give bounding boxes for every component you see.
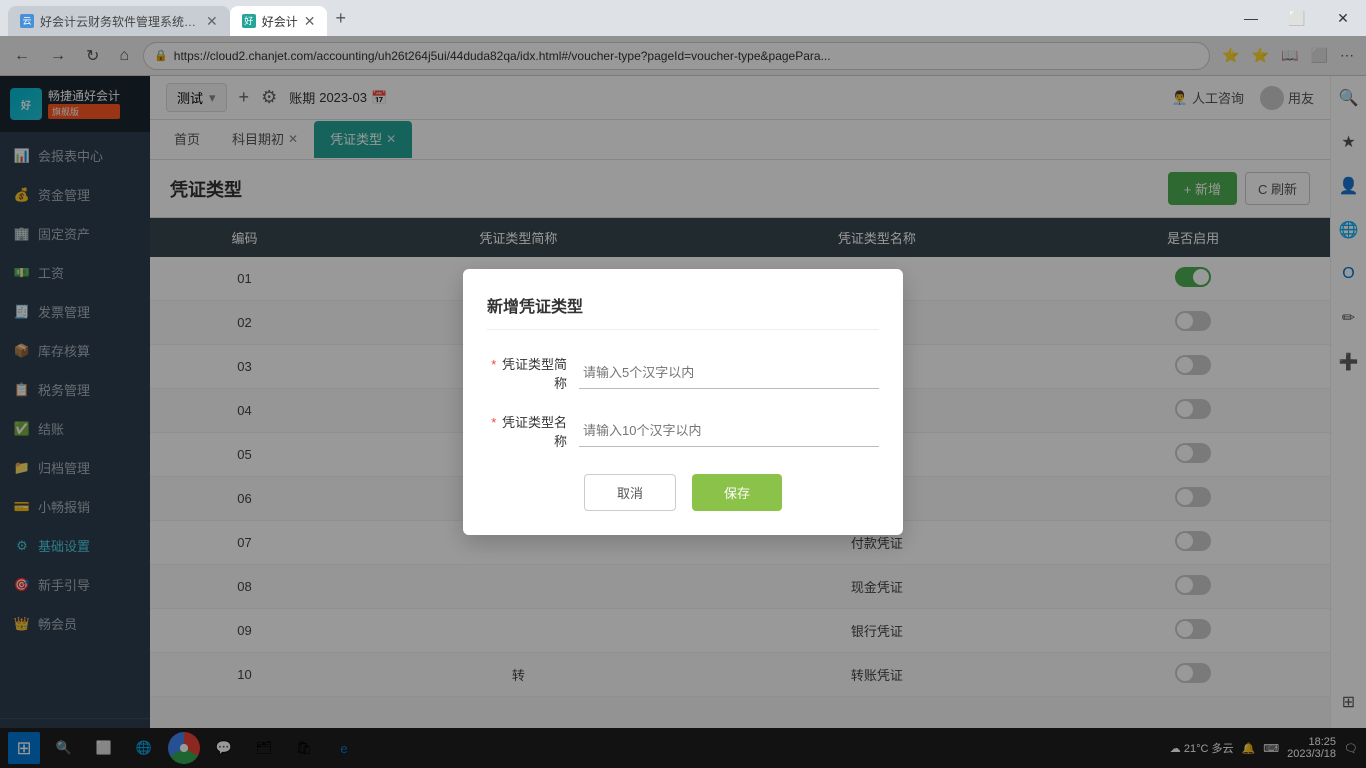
form-label-abbr: * 凭证类型简称 <box>487 354 567 392</box>
form-row-abbr: * 凭证类型简称 <box>487 354 879 392</box>
maximize-button[interactable]: ⬜ <box>1274 0 1320 36</box>
tab1-close-icon[interactable]: ✕ <box>206 13 218 30</box>
browser-tab-2[interactable]: 好 好会计 ✕ <box>230 6 328 36</box>
browser-tab-1[interactable]: 云 好会计云财务软件管理系统_会计 ✕ <box>8 6 230 36</box>
close-button[interactable]: ✕ <box>1320 0 1366 36</box>
tab2-close-icon[interactable]: ✕ <box>304 13 316 30</box>
name-input[interactable] <box>579 415 879 447</box>
dialog-footer: 取消 保存 <box>487 474 879 511</box>
dialog-overlay: 新增凭证类型 * 凭证类型简称 * 凭证类型名称 取消 保存 <box>0 36 1366 768</box>
cancel-button[interactable]: 取消 <box>584 474 676 511</box>
dialog-title: 新增凭证类型 <box>487 293 879 330</box>
minimize-button[interactable]: — <box>1228 0 1274 36</box>
form-label-name: * 凭证类型名称 <box>487 412 567 450</box>
new-voucher-type-dialog: 新增凭证类型 * 凭证类型简称 * 凭证类型名称 取消 保存 <box>463 269 903 535</box>
tab1-favicon: 云 <box>20 14 34 28</box>
abbr-input[interactable] <box>579 357 879 389</box>
required-abbr-icon: * <box>491 357 496 372</box>
new-tab-button[interactable]: + <box>327 8 354 29</box>
tab2-label: 好会计 <box>262 13 298 30</box>
tab2-favicon: 好 <box>242 14 256 28</box>
form-row-name: * 凭证类型名称 <box>487 412 879 450</box>
save-button[interactable]: 保存 <box>692 474 782 511</box>
dialog-form: * 凭证类型简称 * 凭证类型名称 <box>487 354 879 450</box>
required-name-icon: * <box>491 415 496 430</box>
tab1-label: 好会计云财务软件管理系统_会计 <box>40 13 200 30</box>
